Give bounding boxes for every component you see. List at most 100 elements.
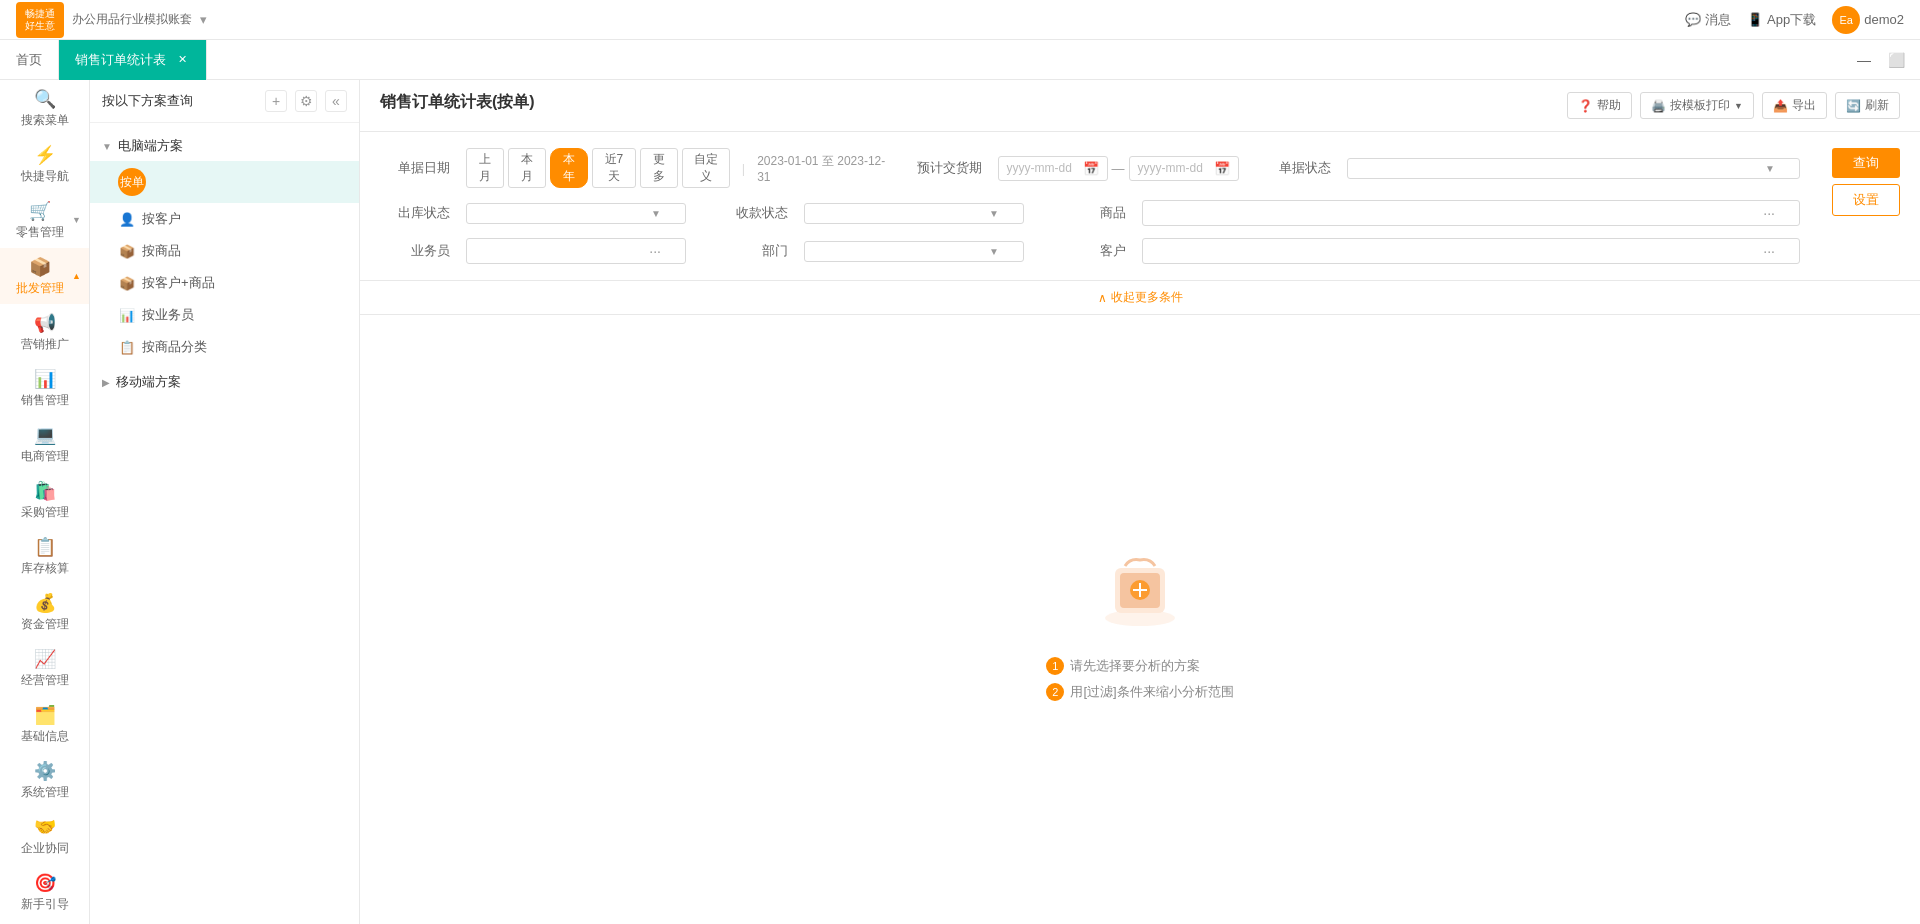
add-scheme-btn[interactable]: + (265, 90, 287, 112)
sidebar-item-label: 采购管理 (21, 504, 69, 521)
system-icon: ⚙️ (34, 760, 56, 782)
tree-item-按业务员[interactable]: 📊 按业务员 (90, 299, 359, 331)
tree-collapse-icon: ▶ (102, 377, 110, 388)
tree-item-label: 按商品分类 (142, 338, 207, 356)
tree-item-按单[interactable]: 按单 (90, 161, 359, 203)
date-input-start[interactable]: yyyy-mm-dd 📅 (998, 156, 1108, 181)
dept-label: 部门 (718, 242, 788, 260)
ecommerce-icon: 💻 (34, 424, 56, 446)
plus-icon: + (272, 93, 280, 109)
sidebar-item-retail[interactable]: 🛒 零售管理 ▼ (0, 192, 89, 248)
sidebar-item-inventory[interactable]: 📋 库存核算 (0, 528, 89, 584)
sales-icon: 📊 (34, 368, 56, 390)
message-icon: 💬 (1685, 12, 1701, 27)
help-icon: ❓ (1578, 99, 1593, 113)
sidebar-item-label: 销售管理 (21, 392, 69, 409)
basic-icon: 🗂️ (34, 704, 56, 726)
pay-status-select[interactable]: ▼ (804, 203, 1024, 224)
tree-group-mobile: ▶ 移动端方案 (90, 367, 359, 397)
calendar-end-icon[interactable]: 📅 (1214, 161, 1230, 176)
sidebar-item-search-menu[interactable]: 🔍 搜索菜单 (0, 80, 89, 136)
app-download-btn[interactable]: 📱 App下载 (1747, 11, 1816, 29)
salesman-dots[interactable]: ··· (649, 243, 661, 259)
sidebar-item-operations[interactable]: 📈 经营管理 (0, 640, 89, 696)
collapse-bar[interactable]: ∧ 收起更多条件 (360, 281, 1920, 315)
sidebar-item-ecommerce[interactable]: 💻 电商管理 (0, 416, 89, 472)
customer-dots[interactable]: ··· (1763, 243, 1775, 259)
tree-group-mobile-header[interactable]: ▶ 移动端方案 (90, 367, 359, 397)
print-btn[interactable]: 🖨️ 按模板打印 ▼ (1640, 92, 1754, 119)
ship-status-select[interactable]: ▼ (466, 203, 686, 224)
product-dots[interactable]: ··· (1763, 205, 1775, 221)
sidebar-item-wholesale[interactable]: 📦 批发管理 ▲ (0, 248, 89, 304)
quick-icon: ⚡ (34, 144, 56, 166)
sidebar-item-label: 库存核算 (21, 560, 69, 577)
sidebar-item-label: 营销推广 (21, 336, 69, 353)
sidebar-item-purchase[interactable]: 🛍️ 采购管理 (0, 472, 89, 528)
tab-close-icon[interactable]: ✕ (174, 52, 190, 68)
gear-icon: ⚙ (300, 93, 313, 109)
sidebar-item-newbie[interactable]: 🎯 新手引导 (0, 864, 89, 920)
expected-delivery-label: 预计交货期 (902, 159, 982, 177)
refresh-btn[interactable]: 🔄 刷新 (1835, 92, 1900, 119)
user-menu[interactable]: Ea demo2 (1832, 6, 1904, 34)
purchase-icon: 🛍️ (34, 480, 56, 502)
tree-group-pc-header[interactable]: ▼ 电脑端方案 (90, 131, 359, 161)
minimize-btn[interactable]: — (1852, 48, 1876, 72)
tabbar-actions: — ⬜ (1852, 48, 1920, 72)
topbar-right: 💬 消息 📱 App下载 Ea demo2 (1685, 6, 1904, 34)
tree-item-按客户[interactable]: 👤 按客户 (90, 203, 359, 235)
left-panel-header: 按以下方案查询 + ⚙ « (90, 80, 359, 123)
chevron-up-icon: ▲ (72, 271, 81, 281)
date-btn-this-year[interactable]: 本年 (550, 148, 588, 188)
sidebar-item-sales[interactable]: 📊 销售管理 (0, 360, 89, 416)
date-btn-custom[interactable]: 自定义 (682, 148, 730, 188)
print-icon: 🖨️ (1651, 99, 1666, 113)
tree-item-按商品分类[interactable]: 📋 按商品分类 (90, 331, 359, 363)
filter-settings-btn[interactable]: 设置 (1832, 184, 1900, 216)
tab-sales-order[interactable]: 销售订单统计表 ✕ (59, 40, 207, 80)
collapse-panel-btn[interactable]: « (325, 90, 347, 112)
customer-select[interactable]: ··· (1142, 238, 1800, 264)
maximize-btn[interactable]: ⬜ (1884, 48, 1908, 72)
scheme-settings-btn[interactable]: ⚙ (295, 90, 317, 112)
message-btn[interactable]: 💬 消息 (1685, 11, 1731, 29)
sidebar-item-basic-info[interactable]: 🗂️ 基础信息 (0, 696, 89, 752)
sidebar-item-app-center[interactable]: 📱 应用中心 (0, 920, 89, 924)
print-label: 按模板打印 (1670, 97, 1730, 114)
collapse-label: 收起更多条件 (1111, 289, 1183, 306)
tree-item-按商品[interactable]: 📦 按商品 (90, 235, 359, 267)
query-btn[interactable]: 查询 (1832, 148, 1900, 178)
dept-select[interactable]: ▼ (804, 241, 1024, 262)
sidebar-item-marketing[interactable]: 📢 营销推广 (0, 304, 89, 360)
app-title-arrow[interactable]: ▾ (200, 12, 207, 27)
date-btn-this-month[interactable]: 本月 (508, 148, 546, 188)
sidebar-item-enterprise[interactable]: 🤝 企业协同 (0, 808, 89, 864)
export-btn[interactable]: 📤 导出 (1762, 92, 1827, 119)
calendar-start-icon[interactable]: 📅 (1083, 161, 1099, 176)
sidebar-item-system[interactable]: ⚙️ 系统管理 (0, 752, 89, 808)
order-status-select[interactable]: ▼ (1347, 158, 1801, 179)
export-icon: 📤 (1773, 99, 1788, 113)
page-actions: ❓ 帮助 🖨️ 按模板打印 ▼ 📤 导出 🔄 刷新 (1567, 92, 1900, 131)
topbar-left: 畅捷通好生意 办公用品行业模拟账套 ▾ (16, 2, 207, 38)
enterprise-icon: 🤝 (34, 816, 56, 838)
help-btn[interactable]: ❓ 帮助 (1567, 92, 1632, 119)
tab-home[interactable]: 首页 (0, 40, 59, 80)
date-btn-last-month[interactable]: 上月 (466, 148, 504, 188)
sidebar-item-finance[interactable]: 💰 资金管理 (0, 584, 89, 640)
sidebar-item-quick-nav[interactable]: ⚡ 快捷导航 (0, 136, 89, 192)
salesman-select[interactable]: ··· (466, 238, 686, 264)
date-start-placeholder: yyyy-mm-dd (1007, 161, 1072, 175)
pay-status-chevron: ▼ (989, 208, 999, 219)
product-select[interactable]: ··· (1142, 200, 1800, 226)
empty-tips: 1 请先选择要分析的方案 2 用[过滤]条件来缩小分析范围 (1046, 657, 1233, 701)
customer-label: 客户 (1056, 242, 1126, 260)
pay-status-label: 收款状态 (718, 204, 788, 222)
date-btn-7days[interactable]: 近7天 (592, 148, 636, 188)
date-input-end[interactable]: yyyy-mm-dd 📅 (1129, 156, 1239, 181)
tree-group-label: 电脑端方案 (118, 137, 183, 155)
help-label: 帮助 (1597, 97, 1621, 114)
tree-item-按客户商品[interactable]: 📦 按客户+商品 (90, 267, 359, 299)
date-btn-more[interactable]: 更多 (640, 148, 678, 188)
